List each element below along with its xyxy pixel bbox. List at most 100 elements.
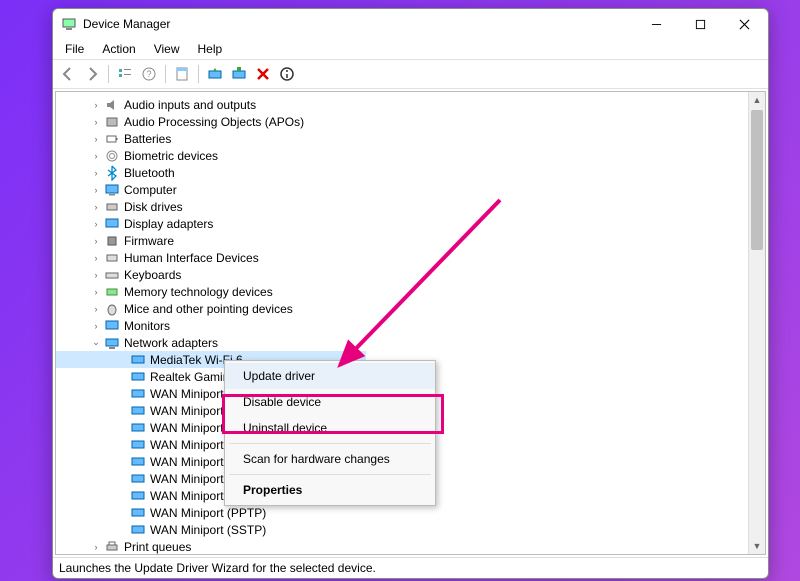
details-icon[interactable]	[114, 63, 136, 85]
network-adapter-icon	[130, 403, 146, 419]
minimize-button[interactable]	[634, 9, 678, 39]
chevron-right-icon[interactable]: ›	[90, 134, 102, 144]
tree-node-wan-sstp[interactable]: WAN Miniport (SSTP)	[56, 521, 748, 538]
context-properties[interactable]: Properties	[225, 477, 435, 503]
tree-node-memtech[interactable]: › Memory technology devices	[56, 283, 748, 300]
scrollbar-thumb[interactable]	[751, 110, 763, 250]
tree-node-network[interactable]: ⌄ Network adapters	[56, 334, 748, 351]
context-scan-hardware[interactable]: Scan for hardware changes	[225, 446, 435, 472]
network-adapter-icon	[130, 369, 146, 385]
bluetooth-icon	[104, 165, 120, 181]
network-adapter-icon	[130, 420, 146, 436]
chevron-right-icon[interactable]: ›	[90, 270, 102, 280]
chevron-right-icon[interactable]: ›	[90, 287, 102, 297]
network-adapter-icon	[130, 386, 146, 402]
tree-node-mice[interactable]: › Mice and other pointing devices	[56, 300, 748, 317]
tree-label: Computer	[124, 183, 177, 197]
properties-icon[interactable]	[171, 63, 193, 85]
update-driver-icon[interactable]	[204, 63, 226, 85]
tree-label: Memory technology devices	[124, 285, 273, 299]
tree-label: Mice and other pointing devices	[124, 302, 293, 316]
tree-node-wan-pptp[interactable]: WAN Miniport (PPTP)	[56, 504, 748, 521]
chevron-right-icon[interactable]: ›	[90, 321, 102, 331]
tree-label: Display adapters	[124, 217, 213, 231]
maximize-button[interactable]	[678, 9, 722, 39]
monitor-icon	[104, 318, 120, 334]
tree-node-bluetooth[interactable]: › Bluetooth	[56, 164, 748, 181]
chip-icon	[104, 233, 120, 249]
uninstall-device-icon[interactable]	[252, 63, 274, 85]
scroll-up-icon[interactable]: ▲	[749, 92, 765, 108]
disable-device-icon[interactable]	[276, 63, 298, 85]
mouse-icon	[104, 301, 120, 317]
tree-node-hid[interactable]: › Human Interface Devices	[56, 249, 748, 266]
chevron-right-icon[interactable]: ›	[90, 168, 102, 178]
forward-button[interactable]	[81, 63, 103, 85]
separator	[165, 65, 166, 83]
close-button[interactable]	[722, 9, 766, 39]
tree-node-biometric[interactable]: › Biometric devices	[56, 147, 748, 164]
tree-node-computer[interactable]: › Computer	[56, 181, 748, 198]
chevron-right-icon[interactable]: ›	[90, 202, 102, 212]
vertical-scrollbar[interactable]: ▲ ▼	[748, 92, 765, 554]
battery-icon	[104, 131, 120, 147]
network-adapter-icon	[130, 488, 146, 504]
chevron-right-icon[interactable]: ›	[90, 253, 102, 263]
chevron-right-icon[interactable]: ›	[90, 117, 102, 127]
tree-node-keyboards[interactable]: › Keyboards	[56, 266, 748, 283]
help-icon[interactable]: ?	[138, 63, 160, 85]
network-adapter-icon	[130, 454, 146, 470]
device-manager-window: Device Manager File Action View Help ?	[52, 8, 769, 579]
status-bar: Launches the Update Driver Wizard for th…	[53, 557, 768, 578]
context-menu: Update driver Disable device Uninstall d…	[224, 360, 436, 506]
context-uninstall-device[interactable]: Uninstall device	[225, 415, 435, 441]
chevron-right-icon[interactable]: ›	[90, 100, 102, 110]
tree-label: Audio Processing Objects (APOs)	[124, 115, 304, 129]
toolbar: ?	[53, 59, 768, 89]
network-adapter-icon	[130, 437, 146, 453]
tree-node-disk[interactable]: › Disk drives	[56, 198, 748, 215]
chevron-right-icon[interactable]: ›	[90, 151, 102, 161]
chevron-right-icon[interactable]: ›	[90, 236, 102, 246]
chevron-right-icon[interactable]: ›	[90, 185, 102, 195]
memory-icon	[104, 284, 120, 300]
tree-node-display[interactable]: › Display adapters	[56, 215, 748, 232]
context-update-driver[interactable]: Update driver	[225, 363, 435, 389]
fingerprint-icon	[104, 148, 120, 164]
display-icon	[104, 216, 120, 232]
app-icon	[61, 16, 77, 32]
menu-file[interactable]: File	[57, 40, 92, 58]
audio-icon	[104, 114, 120, 130]
scan-hardware-icon[interactable]	[228, 63, 250, 85]
tree-label: WAN Miniport (PPTP)	[150, 506, 266, 520]
tree-panel: › Audio inputs and outputs › Audio Proce…	[55, 91, 766, 555]
context-disable-device[interactable]: Disable device	[225, 389, 435, 415]
menu-action[interactable]: Action	[94, 40, 143, 58]
back-button[interactable]	[57, 63, 79, 85]
chevron-down-icon[interactable]: ⌄	[90, 337, 102, 348]
tree-node-firmware[interactable]: › Firmware	[56, 232, 748, 249]
network-icon	[104, 335, 120, 351]
menu-help[interactable]: Help	[190, 40, 231, 58]
tree-node-batteries[interactable]: › Batteries	[56, 130, 748, 147]
scroll-down-icon[interactable]: ▼	[749, 538, 765, 554]
separator	[198, 65, 199, 83]
tree-node-audio-io[interactable]: › Audio inputs and outputs	[56, 96, 748, 113]
chevron-right-icon[interactable]: ›	[90, 219, 102, 229]
separator	[108, 65, 109, 83]
tree-label: WAN Miniport (SSTP)	[150, 523, 266, 537]
tree-node-audio-proc[interactable]: › Audio Processing Objects (APOs)	[56, 113, 748, 130]
network-adapter-icon	[130, 522, 146, 538]
computer-icon	[104, 182, 120, 198]
svg-text:?: ?	[146, 69, 151, 79]
chevron-right-icon[interactable]: ›	[90, 304, 102, 314]
chevron-right-icon[interactable]: ›	[90, 542, 102, 552]
tree-node-monitors[interactable]: › Monitors	[56, 317, 748, 334]
printer-icon	[104, 539, 120, 555]
separator	[229, 443, 431, 444]
tree-label: Bluetooth	[124, 166, 175, 180]
tree-node-printqueues[interactable]: › Print queues	[56, 538, 748, 554]
menu-view[interactable]: View	[146, 40, 188, 58]
network-adapter-icon	[130, 505, 146, 521]
network-adapter-icon	[130, 352, 146, 368]
